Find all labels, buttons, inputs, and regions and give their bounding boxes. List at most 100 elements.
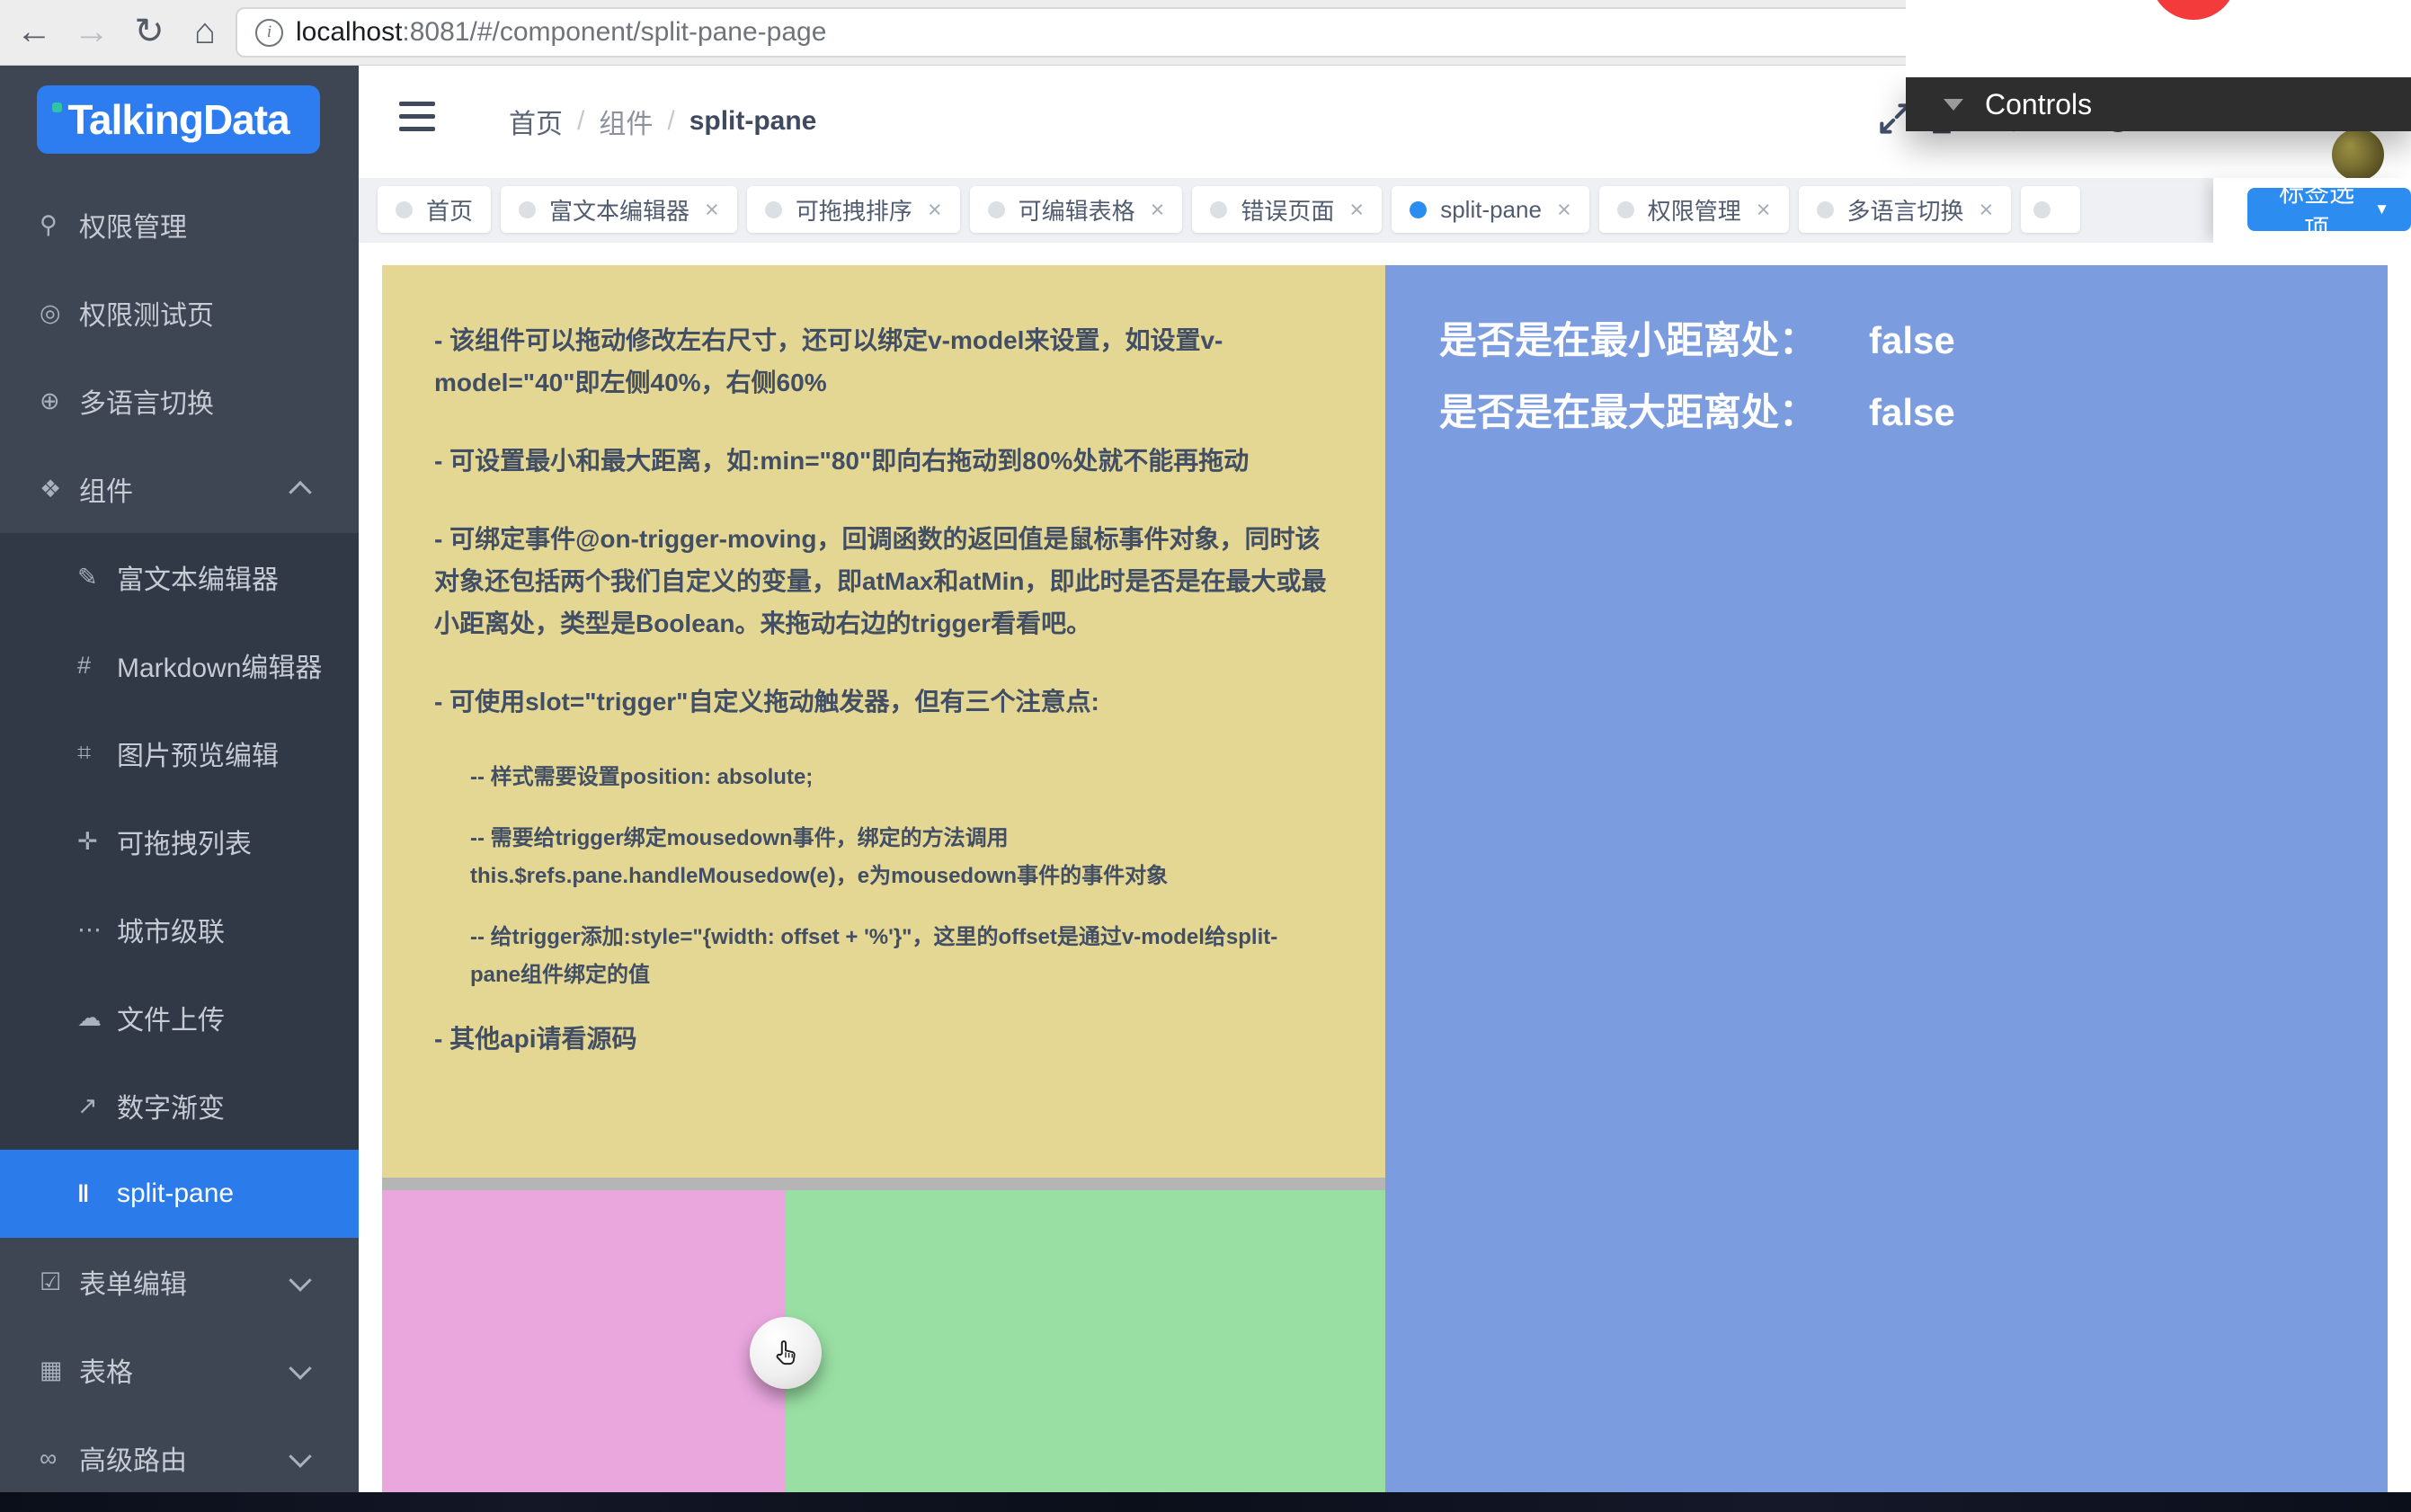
forward-icon[interactable]: → xyxy=(65,0,119,65)
tab[interactable]: 可编辑表格 × xyxy=(969,186,1183,233)
sidebar-menu-bottom: ☑ 表单编辑 ▦ 表格 ∞ 高级路由 xyxy=(0,1238,359,1502)
custom-drag-trigger[interactable] xyxy=(750,1317,822,1389)
chevron-icon xyxy=(289,1356,312,1380)
pause-icon: ‖ xyxy=(77,1179,90,1207)
back-icon[interactable]: ← xyxy=(7,0,61,65)
status-value: false xyxy=(1869,391,1955,433)
close-icon[interactable]: × xyxy=(1980,196,1994,224)
instructions-pane: - 该组件可以拖动修改左右尺寸，还可以绑定v-model来设置，如设置v-mod… xyxy=(382,265,1385,1178)
sidebar-subitem[interactable]: ☁ 文件上传 xyxy=(0,974,359,1062)
dock-strip xyxy=(0,1492,2411,1512)
checkbox-icon: ☑ xyxy=(40,1267,62,1295)
tab[interactable]: 首页 × xyxy=(378,186,492,233)
tab-dot-icon xyxy=(764,200,782,218)
tab-dot-icon xyxy=(987,200,1005,218)
tab-dot-icon xyxy=(1410,200,1428,218)
tab[interactable]: 可拖拽排序 × xyxy=(746,186,960,233)
grid-icon: ▦ xyxy=(40,1356,63,1383)
globe-icon: ⊕ xyxy=(40,387,60,414)
close-icon[interactable]: × xyxy=(705,196,719,224)
sidebar-item[interactable]: ◎ 权限测试页 xyxy=(0,269,359,357)
right-nested-pane xyxy=(786,1190,1385,1512)
tab-bar: 首页 × 富文本编辑器 × 可拖拽排序 × 可编辑表格 xyxy=(359,178,2411,243)
split-pane-demo: - 该组件可以拖动修改左右尺寸，还可以绑定v-model来设置，如设置v-mod… xyxy=(359,243,2411,1512)
sidebar-item-label: 表格 xyxy=(79,1358,133,1388)
site-info-icon[interactable]: i xyxy=(255,18,283,47)
horizontal-split-trigger[interactable] xyxy=(382,1178,1385,1190)
close-icon[interactable]: × xyxy=(1151,196,1165,224)
tab-dot-icon xyxy=(1210,200,1228,218)
sidebar-subitem-label: 可拖拽列表 xyxy=(117,830,252,859)
sidebar-item[interactable]: ⊕ 多语言切换 xyxy=(0,357,359,445)
sidebar-item[interactable]: ▦ 表格 xyxy=(0,1326,359,1414)
trending-up-icon: ↗ xyxy=(77,1091,98,1119)
tab-dot-icon xyxy=(1616,200,1634,218)
tab[interactable]: 错误页面 × xyxy=(1192,186,1383,233)
sidebar-item-label: 组件 xyxy=(79,477,133,507)
tab-label: 可编辑表格 xyxy=(1018,197,1135,225)
sidebar-subitem[interactable]: ⌗ 图片预览编辑 xyxy=(0,709,359,797)
compose-icon: ✎ xyxy=(77,563,98,591)
sidebar-subitem[interactable]: ✛ 可拖拽列表 xyxy=(0,797,359,885)
key-icon: ⚲ xyxy=(40,210,58,238)
logo-dot-icon xyxy=(52,102,62,112)
close-icon[interactable]: × xyxy=(1349,196,1364,224)
chevron-icon xyxy=(289,480,312,504)
talkingdata-logo: TalkingData xyxy=(37,85,320,154)
tab-label: 首页 xyxy=(426,197,474,225)
sidebar: TalkingData ⚲ 权限管理 ◎ 权限测试页 ⊕ 多语言切换 ❖ 组件 … xyxy=(0,65,359,1512)
controls-label: Controls xyxy=(1985,87,2093,120)
sidebar-item[interactable]: ☑ 表单编辑 xyxy=(0,1238,359,1326)
tab[interactable]: 权限管理 × xyxy=(1598,186,1789,233)
tab[interactable]: 富文本编辑器 × xyxy=(501,186,737,233)
controls-overlay: Controls xyxy=(1906,0,2411,131)
tab-dot-icon xyxy=(396,200,413,218)
screen: ← → ↻ ⌂ i localhost:8081/#/component/spl… xyxy=(0,0,2411,1512)
overlay-toolbar xyxy=(1906,0,2411,77)
tab-dot-icon xyxy=(519,200,537,218)
tab[interactable]: 多语言切换 × xyxy=(1798,186,2012,233)
tab[interactable]: × xyxy=(2021,186,2081,233)
sidebar-subitem-label: 富文本编辑器 xyxy=(117,565,279,595)
url-host: localhost xyxy=(296,17,403,47)
instruction-line: - 其他api请看源码 xyxy=(434,1025,637,1053)
dropdown-triangle-icon xyxy=(1944,98,1963,111)
sidebar-item[interactable]: ❖ 组件 xyxy=(0,445,359,533)
sidebar-subitem[interactable]: ↗ 数字渐变 xyxy=(0,1062,359,1150)
record-icon xyxy=(2150,0,2237,20)
instruction-line: - 可设置最小和最大距离，如:min="80"即向右拖动到80%处就不能再拖动 xyxy=(434,447,1250,475)
sidebar-subitem-label: 数字渐变 xyxy=(117,1094,225,1124)
sidebar-subitem[interactable]: # Markdown编辑器 xyxy=(0,621,359,709)
sidebar-subitem[interactable]: ⋯ 城市级联 xyxy=(0,885,359,974)
close-icon[interactable]: × xyxy=(1757,196,1771,224)
reload-icon[interactable]: ↻ xyxy=(122,0,176,65)
home-icon[interactable]: ⌂ xyxy=(178,0,232,65)
hand-cursor-icon xyxy=(776,1340,796,1365)
status-line: 是否是在最小距离处： false xyxy=(1439,305,2388,377)
tab[interactable]: split-pane × xyxy=(1392,186,1589,233)
tab-dot-icon xyxy=(1816,200,1834,218)
tag-options-button[interactable]: 标签选项 ▼ xyxy=(2247,179,2411,243)
close-icon[interactable]: × xyxy=(1557,196,1571,224)
status-value: false xyxy=(1869,319,1955,361)
status-pane: 是否是在最小距离处： false 是否是在最大距离处： false xyxy=(1385,265,2388,1512)
sidebar-subitem[interactable]: ‖ split-pane xyxy=(0,1150,359,1238)
sidebar-menu-top: ⚲ 权限管理 ◎ 权限测试页 ⊕ 多语言切换 ❖ 组件 xyxy=(0,181,359,533)
left-nested-pane xyxy=(382,1190,786,1512)
sidebar-item[interactable]: ∞ 高级路由 xyxy=(0,1414,359,1502)
controls-bar[interactable]: Controls xyxy=(1906,77,2411,131)
tab-label: 多语言切换 xyxy=(1846,197,1964,225)
tab-label: 错误页面 xyxy=(1241,197,1335,225)
sidebar-subitem[interactable]: ✎ 富文本编辑器 xyxy=(0,533,359,621)
crop-icon: ⌗ xyxy=(77,739,92,766)
close-icon[interactable]: × xyxy=(928,196,942,224)
sidebar-subitem-label: 文件上传 xyxy=(117,1006,225,1036)
hash-icon: # xyxy=(77,651,92,679)
instruction-line: -- 需要给trigger绑定mousedown事件，绑定的方法调用this.$… xyxy=(470,826,1169,888)
sidebar-item-label: 权限测试页 xyxy=(79,301,214,331)
infinity-icon: ∞ xyxy=(40,1444,58,1472)
sidebar-subitem-label: 城市级联 xyxy=(117,918,225,947)
sidebar-item-label: 表单编辑 xyxy=(79,1270,187,1300)
ellipsis-icon: ⋯ xyxy=(77,915,102,943)
sidebar-item[interactable]: ⚲ 权限管理 xyxy=(0,181,359,269)
